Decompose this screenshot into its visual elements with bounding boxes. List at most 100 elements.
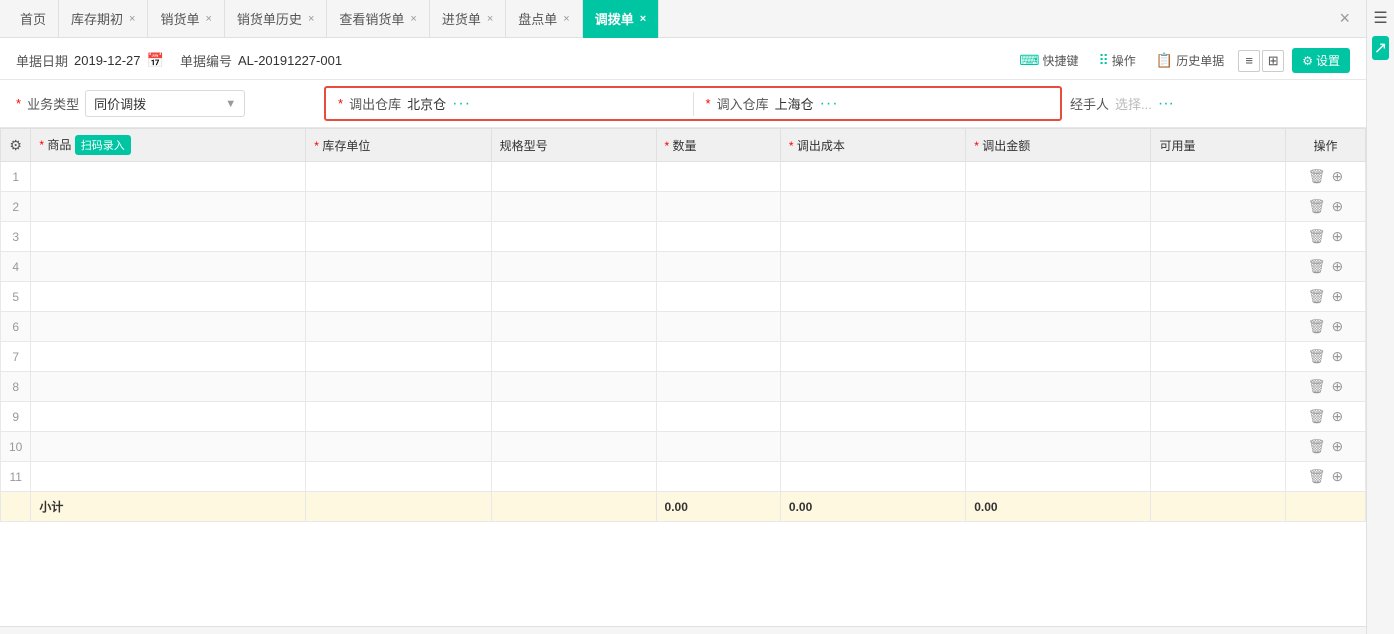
person-select[interactable]: 选择... [1115, 94, 1152, 113]
delete-row-icon[interactable]: 🗑 [1308, 408, 1326, 425]
cell-spec[interactable] [491, 282, 656, 312]
sidebar-list-icon[interactable]: ☰ [1373, 8, 1387, 28]
tab-transfer[interactable]: 调拨单 × [583, 0, 659, 38]
grid-tile-btn[interactable]: ⊞ [1262, 50, 1284, 72]
business-type-dropdown[interactable]: 同价调拨 ▼ [85, 90, 245, 117]
cell-cost[interactable] [780, 192, 965, 222]
delete-row-icon[interactable]: 🗑 [1308, 468, 1326, 485]
cell-amount[interactable] [966, 192, 1151, 222]
cell-goods[interactable] [31, 402, 306, 432]
cell-cost[interactable] [780, 222, 965, 252]
cell-cost[interactable] [780, 402, 965, 432]
close-icon[interactable]: × [308, 13, 314, 25]
cell-amount[interactable] [966, 342, 1151, 372]
copy-row-icon[interactable]: ⊕ [1332, 468, 1344, 485]
cell-amount[interactable] [966, 462, 1151, 492]
cell-spec[interactable] [491, 192, 656, 222]
shortcut-button[interactable]: ⌨ 快捷键 [1013, 50, 1084, 71]
close-icon[interactable]: × [487, 13, 493, 25]
copy-row-icon[interactable]: ⊕ [1332, 288, 1344, 305]
cell-amount[interactable] [966, 162, 1151, 192]
cell-unit[interactable] [306, 402, 491, 432]
cell-cost[interactable] [780, 282, 965, 312]
grid-list-btn[interactable]: ≡ [1238, 50, 1260, 72]
close-icon[interactable]: × [205, 13, 211, 25]
cell-cost[interactable] [780, 432, 965, 462]
cell-cost[interactable] [780, 372, 965, 402]
copy-row-icon[interactable]: ⊕ [1332, 408, 1344, 425]
delete-row-icon[interactable]: 🗑 [1308, 198, 1326, 215]
cell-qty[interactable] [656, 372, 780, 402]
cell-spec[interactable] [491, 372, 656, 402]
cell-qty[interactable] [656, 192, 780, 222]
cell-spec[interactable] [491, 342, 656, 372]
cell-unit[interactable] [306, 372, 491, 402]
copy-row-icon[interactable]: ⊕ [1332, 438, 1344, 455]
history-button[interactable]: 📋 历史单据 [1150, 50, 1230, 71]
cell-spec[interactable] [491, 402, 656, 432]
tab-inventory-init[interactable]: 库存期初 × [59, 0, 148, 38]
cell-cost[interactable] [780, 252, 965, 282]
cell-cost[interactable] [780, 462, 965, 492]
copy-row-icon[interactable]: ⊕ [1332, 378, 1344, 395]
calendar-icon[interactable]: 📅 [147, 52, 164, 69]
cell-unit[interactable] [306, 162, 491, 192]
delete-row-icon[interactable]: 🗑 [1308, 228, 1326, 245]
sidebar-export-icon[interactable]: ↗ [1372, 36, 1389, 60]
copy-row-icon[interactable]: ⊕ [1332, 168, 1344, 185]
horizontal-scrollbar[interactable] [0, 626, 1366, 634]
scan-barcode-button[interactable]: 扫码录入 [75, 135, 131, 155]
in-warehouse-more-icon[interactable]: ··· [820, 95, 839, 113]
cell-goods[interactable] [31, 372, 306, 402]
delete-row-icon[interactable]: 🗑 [1308, 438, 1326, 455]
cell-unit[interactable] [306, 312, 491, 342]
cell-qty[interactable] [656, 312, 780, 342]
table-gear-icon[interactable]: ⚙ [9, 137, 22, 153]
cell-unit[interactable] [306, 282, 491, 312]
copy-row-icon[interactable]: ⊕ [1332, 198, 1344, 215]
cell-goods[interactable] [31, 252, 306, 282]
cell-spec[interactable] [491, 222, 656, 252]
cell-qty[interactable] [656, 222, 780, 252]
cell-amount[interactable] [966, 252, 1151, 282]
cell-qty[interactable] [656, 252, 780, 282]
person-more-icon[interactable]: ··· [1158, 95, 1174, 113]
cell-cost[interactable] [780, 312, 965, 342]
cell-spec[interactable] [491, 432, 656, 462]
delete-row-icon[interactable]: 🗑 [1308, 258, 1326, 275]
cell-spec[interactable] [491, 252, 656, 282]
cell-goods[interactable] [31, 162, 306, 192]
cell-qty[interactable] [656, 342, 780, 372]
cell-amount[interactable] [966, 222, 1151, 252]
delete-row-icon[interactable]: 🗑 [1308, 378, 1326, 395]
cell-goods[interactable] [31, 282, 306, 312]
cell-spec[interactable] [491, 162, 656, 192]
close-icon[interactable]: × [640, 13, 646, 25]
cell-goods[interactable] [31, 342, 306, 372]
cell-goods[interactable] [31, 192, 306, 222]
cell-goods[interactable] [31, 222, 306, 252]
cell-amount[interactable] [966, 282, 1151, 312]
cell-goods[interactable] [31, 312, 306, 342]
cell-amount[interactable] [966, 432, 1151, 462]
tab-stocktake[interactable]: 盘点单 × [506, 0, 582, 38]
cell-unit[interactable] [306, 252, 491, 282]
copy-row-icon[interactable]: ⊕ [1332, 318, 1344, 335]
cell-spec[interactable] [491, 462, 656, 492]
cell-qty[interactable] [656, 162, 780, 192]
cell-qty[interactable] [656, 282, 780, 312]
delete-row-icon[interactable]: 🗑 [1308, 288, 1326, 305]
ops-button[interactable]: ⠿ 操作 [1092, 50, 1141, 71]
tab-sales-order[interactable]: 销货单 × [148, 0, 224, 38]
out-warehouse-more-icon[interactable]: ··· [452, 95, 471, 113]
cell-unit[interactable] [306, 432, 491, 462]
cell-goods[interactable] [31, 462, 306, 492]
tab-purchase[interactable]: 进货单 × [430, 0, 506, 38]
cell-unit[interactable] [306, 222, 491, 252]
cell-qty[interactable] [656, 432, 780, 462]
cell-amount[interactable] [966, 402, 1151, 432]
delete-row-icon[interactable]: 🗑 [1308, 318, 1326, 335]
cell-cost[interactable] [780, 342, 965, 372]
delete-row-icon[interactable]: 🗑 [1308, 348, 1326, 365]
tab-view-sales[interactable]: 查看销货单 × [327, 0, 429, 38]
